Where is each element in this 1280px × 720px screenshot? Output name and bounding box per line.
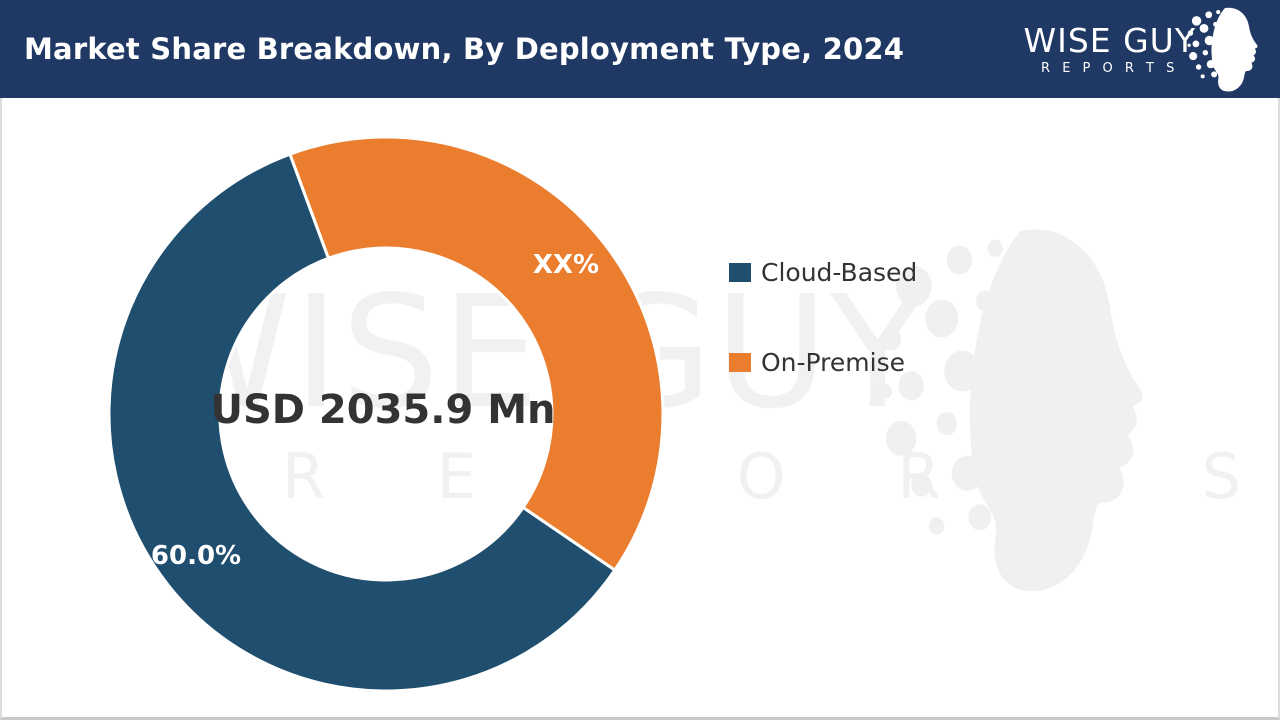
- infographic-page: Market Share Breakdown, By Deployment Ty…: [0, 0, 1280, 720]
- logo-wordmark-line1: WISE GUY: [1023, 21, 1196, 61]
- slice-label-on-premise: XX%: [532, 250, 600, 280]
- page-title: Market Share Breakdown, By Deployment Ty…: [24, 32, 905, 66]
- logo-wordmark-line2: R E P O R T S: [1041, 60, 1179, 76]
- header-bar: Market Share Breakdown, By Deployment Ty…: [0, 0, 1280, 98]
- slice-label-cloud-based: 60.0%: [150, 541, 242, 571]
- donut-center-value: USD 2035.9 Mn: [210, 387, 556, 433]
- legend-label-on-premise: On-Premise: [761, 348, 905, 377]
- legend-item-on-premise[interactable]: On-Premise: [729, 348, 905, 377]
- donut-chart: [107, 135, 665, 693]
- logo-face-icon: [1187, 7, 1258, 92]
- logo-wordmark: WISE GUY R E P O R T S: [1023, 24, 1196, 76]
- wise-guy-reports-logo: WISE GUY R E P O R T S: [1023, 4, 1266, 96]
- legend-swatch-on-premise: [729, 353, 751, 372]
- slice-on-premise[interactable]: [288, 135, 665, 572]
- legend-item-cloud-based[interactable]: Cloud-Based: [729, 258, 917, 287]
- legend-swatch-cloud-based: [729, 263, 751, 282]
- legend-label-cloud-based: Cloud-Based: [761, 258, 918, 287]
